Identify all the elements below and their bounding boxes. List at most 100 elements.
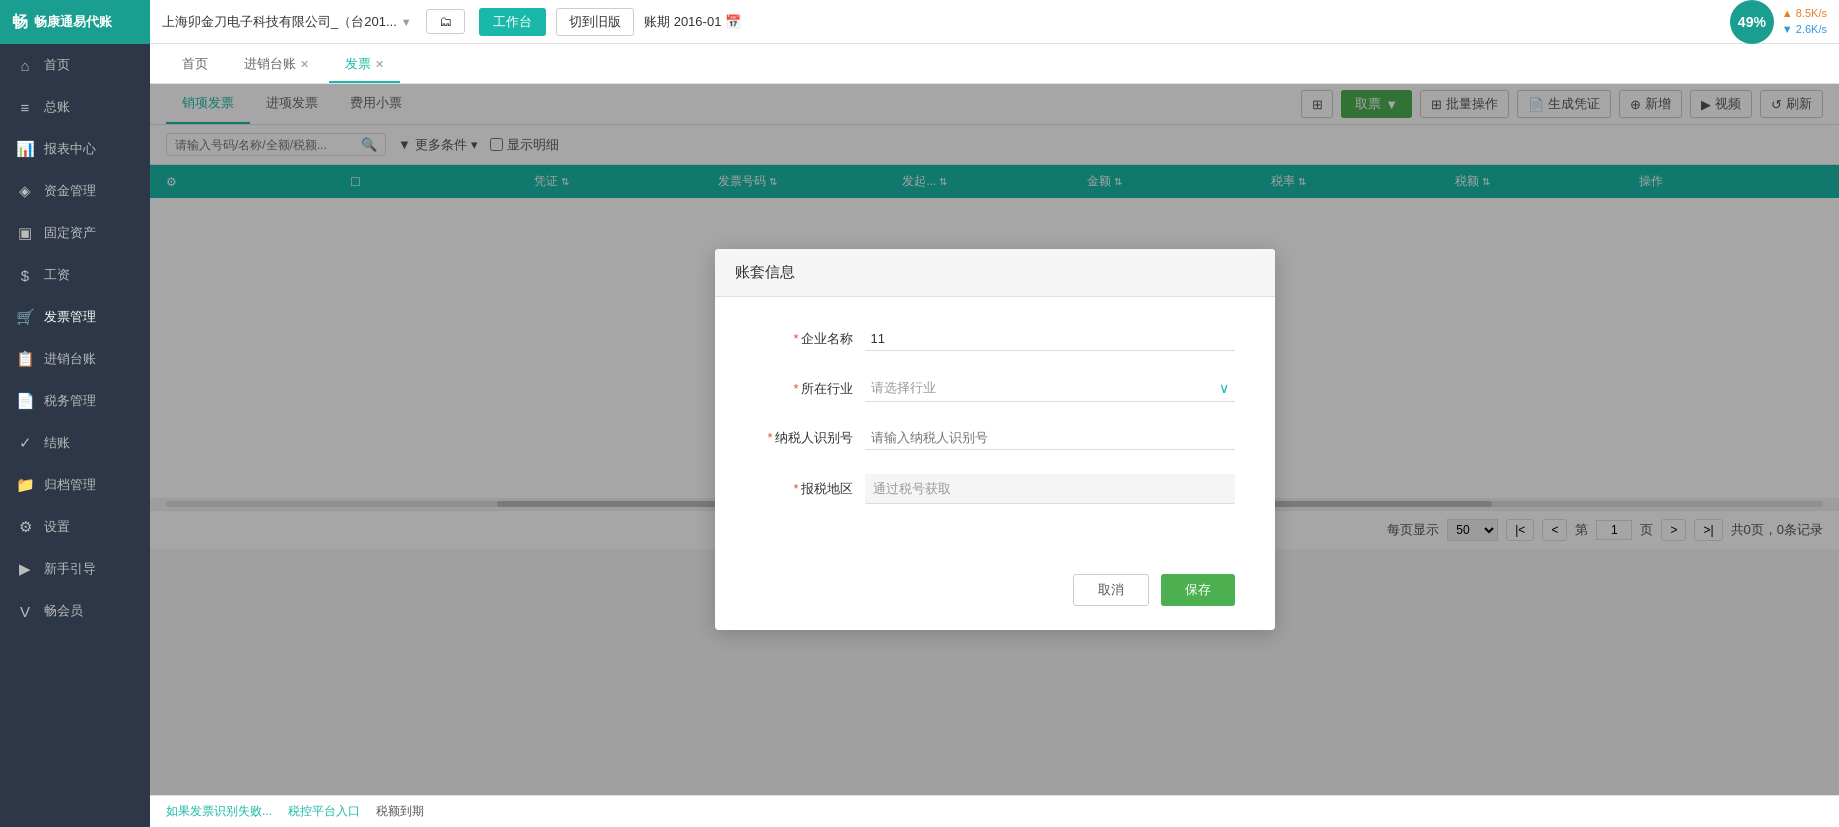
tabbar: 首页 进销台账 ✕ 发票 ✕: [150, 44, 1839, 84]
guide-icon: ▶: [16, 560, 34, 578]
period-value: 2016-01: [674, 14, 722, 29]
sidebar-item-label: 发票管理: [44, 308, 96, 326]
sidebar-item-ledger[interactable]: ≡ 总账: [0, 86, 150, 128]
sidebar-item-settings[interactable]: ⚙ 设置: [0, 506, 150, 548]
app-title: 畅康通易代账: [34, 13, 112, 31]
sidebar-item-funds[interactable]: ◈ 资金管理: [0, 170, 150, 212]
content-area: 销项发票 进项发票 费用小票 ⊞ 取票 ▼ ⊞ 批量操作: [150, 84, 1839, 795]
sidebar-item-member[interactable]: V 畅会员: [0, 590, 150, 632]
required-star-3: *: [767, 430, 772, 445]
sidebar-item-tax-mgmt[interactable]: 📄 税务管理: [0, 380, 150, 422]
tab-invoice-close[interactable]: ✕: [375, 58, 384, 71]
modal-overlay: 账套信息 *企业名称 *所在行业: [150, 84, 1839, 795]
industry-placeholder: 请选择行业: [871, 379, 936, 397]
sidebar-item-guide[interactable]: ▶ 新手引导: [0, 548, 150, 590]
topbar: 上海卯金刀电子科技有限公司_（台201... ▼ 🗂 工作台 切到旧版 账期 2…: [150, 0, 1839, 44]
dialog-footer: 取消 保存: [715, 558, 1275, 630]
sidebar-item-invoice-mgmt[interactable]: 🛒 发票管理: [0, 296, 150, 338]
settlement-icon: ✓: [16, 434, 34, 452]
required-star-4: *: [793, 481, 798, 496]
purchase-sales-icon: 📋: [16, 350, 34, 368]
sidebar-item-settlement[interactable]: ✓ 结账: [0, 422, 150, 464]
company-name-label: *企业名称: [755, 330, 865, 348]
tab-invoice-label: 发票: [345, 55, 371, 73]
industry-label: *所在行业: [755, 380, 865, 398]
form-row-company: *企业名称: [755, 327, 1235, 351]
sidebar-item-label: 进销台账: [44, 350, 96, 368]
sidebar-item-fixed-assets[interactable]: ▣ 固定资产: [0, 212, 150, 254]
required-star: *: [793, 331, 798, 346]
reports-icon: 📊: [16, 140, 34, 158]
gear-icon: ⚙: [16, 518, 34, 536]
sidebar-item-label: 新手引导: [44, 560, 96, 578]
sidebar: 畅 畅康通易代账 ⌂ 首页 ≡ 总账 📊 报表中心 ◈ 资金管理 ▣ 固定资产 …: [0, 0, 150, 827]
tax-region-label: *报税地区: [755, 480, 865, 498]
sidebar-item-home[interactable]: ⌂ 首页: [0, 44, 150, 86]
company-selector[interactable]: 上海卯金刀电子科技有限公司_（台201... ▼: [162, 13, 412, 31]
archive-icon: 📁: [16, 476, 34, 494]
sidebar-item-label: 畅会员: [44, 602, 83, 620]
tab-home-label: 首页: [182, 55, 208, 73]
period-selector[interactable]: 账期 2016-01 📅: [644, 13, 742, 31]
sidebar-item-salary[interactable]: $ 工资: [0, 254, 150, 296]
tab-invoice[interactable]: 发票 ✕: [329, 47, 400, 83]
dialog-title: 账套信息: [735, 263, 795, 280]
tax-link[interactable]: 税控平台入口: [288, 803, 360, 820]
tab-purchase-sales[interactable]: 进销台账 ✕: [228, 47, 325, 83]
sidebar-item-label: 税务管理: [44, 392, 96, 410]
fixed-assets-icon: ▣: [16, 224, 34, 242]
cancel-button[interactable]: 取消: [1073, 574, 1149, 606]
percent-value: 49%: [1738, 14, 1766, 30]
status-link[interactable]: 如果发票识别失败...: [166, 803, 272, 820]
tab-home[interactable]: 首页: [166, 47, 224, 83]
sidebar-item-label: 工资: [44, 266, 70, 284]
sidebar-item-reports[interactable]: 📊 报表中心: [0, 128, 150, 170]
sidebar-item-label: 结账: [44, 434, 70, 452]
form-row-industry: *所在行业 请选择行业 ∨: [755, 375, 1235, 402]
form-row-tax-id: *纳税人识别号: [755, 426, 1235, 450]
tab-purchase-sales-close[interactable]: ✕: [300, 58, 309, 71]
company-name: 上海卯金刀电子科技有限公司_（台201...: [162, 13, 397, 31]
sidebar-item-label: 报表中心: [44, 140, 96, 158]
sidebar-item-label: 总账: [44, 98, 70, 116]
logo-icon: 畅: [12, 12, 28, 33]
sidebar-item-label: 首页: [44, 56, 70, 74]
funds-icon: ◈: [16, 182, 34, 200]
sidebar-item-label: 归档管理: [44, 476, 96, 494]
save-button[interactable]: 保存: [1161, 574, 1235, 606]
topbar-right: 49% ▲ 8.5K/s ▼ 2.6K/s: [1730, 0, 1827, 44]
speed-down: ▼ 2.6K/s: [1782, 22, 1827, 37]
sidebar-item-purchase-sales[interactable]: 📋 进销台账: [0, 338, 150, 380]
tax-id-label: *纳税人识别号: [755, 429, 865, 447]
form-row-tax-region: *报税地区 通过税号获取: [755, 474, 1235, 504]
period-label: 账期: [644, 13, 670, 31]
amount-label: 税额到期: [376, 803, 424, 820]
account-info-dialog: 账套信息 *企业名称 *所在行业: [715, 249, 1275, 630]
sidebar-item-label: 固定资产: [44, 224, 96, 242]
app-logo: 畅 畅康通易代账: [0, 0, 150, 44]
archive-btn[interactable]: 🗂: [426, 9, 465, 34]
dialog-header: 账套信息: [715, 249, 1275, 297]
status-bar: 如果发票识别失败... 税控平台入口 税额到期: [150, 795, 1839, 827]
tab-purchase-sales-label: 进销台账: [244, 55, 296, 73]
calendar-icon: 📅: [725, 14, 741, 29]
network-speed: ▲ 8.5K/s ▼ 2.6K/s: [1782, 6, 1827, 37]
member-icon: V: [16, 603, 34, 620]
home-icon: ⌂: [16, 57, 34, 74]
dialog-body: *企业名称 *所在行业 请选择行业 ∨: [715, 297, 1275, 558]
tax-id-input[interactable]: [865, 426, 1235, 450]
industry-dropdown-arrow: ∨: [1219, 380, 1229, 396]
sidebar-item-archive[interactable]: 📁 归档管理: [0, 464, 150, 506]
percent-circle: 49%: [1730, 0, 1774, 44]
required-star-2: *: [793, 381, 798, 396]
worktable-btn[interactable]: 工作台: [479, 8, 546, 36]
tax-region-disabled-input: 通过税号获取: [865, 474, 1235, 504]
industry-select[interactable]: 请选择行业 ∨: [865, 375, 1235, 402]
main-area: 上海卯金刀电子科技有限公司_（台201... ▼ 🗂 工作台 切到旧版 账期 2…: [150, 0, 1839, 827]
sidebar-item-label: 资金管理: [44, 182, 96, 200]
company-name-input[interactable]: [865, 327, 1235, 351]
switch-old-btn[interactable]: 切到旧版: [556, 8, 634, 36]
invoice-mgmt-icon: 🛒: [16, 308, 34, 326]
speed-up: ▲ 8.5K/s: [1782, 6, 1827, 21]
sidebar-item-label: 设置: [44, 518, 70, 536]
